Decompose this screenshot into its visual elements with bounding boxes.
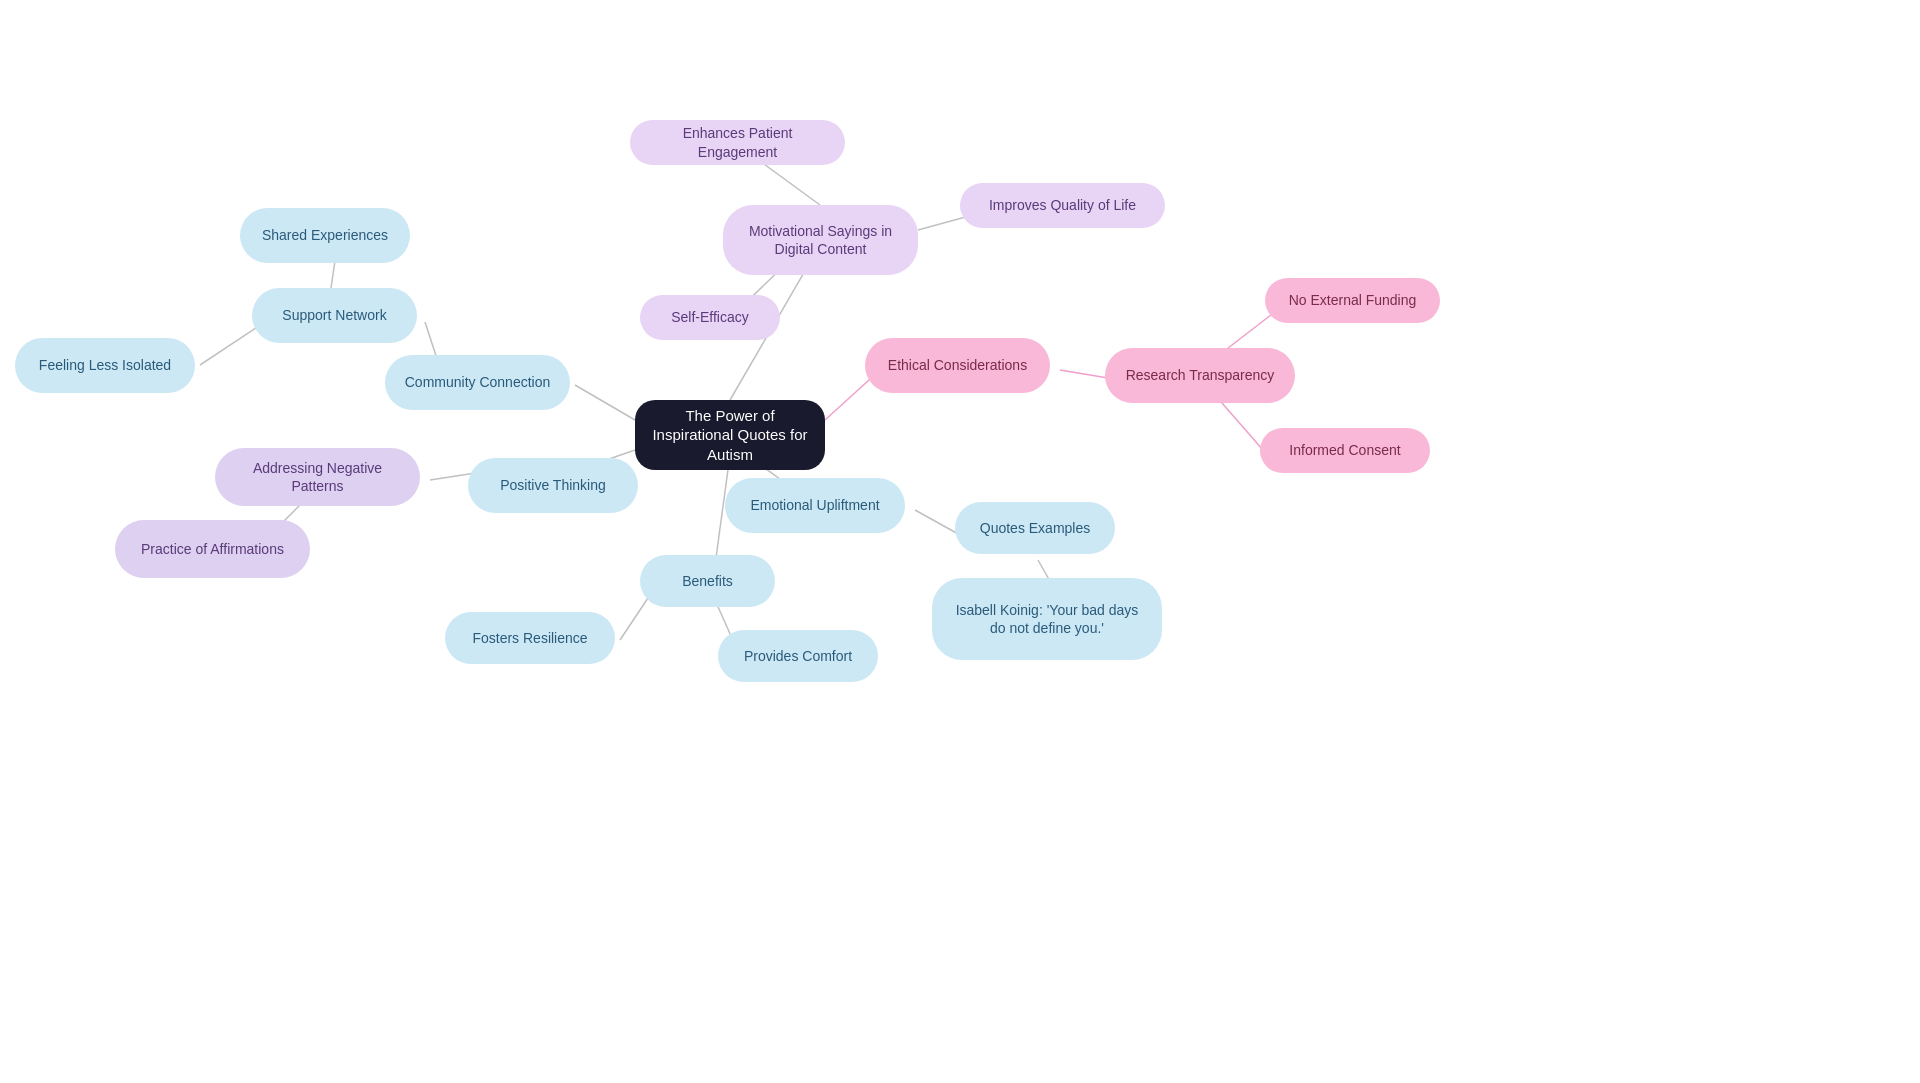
community-connection-node: Community Connection (385, 355, 570, 410)
support-network-node: Support Network (252, 288, 417, 343)
no-external-funding-node: No External Funding (1265, 278, 1440, 323)
svg-line-19 (915, 510, 960, 535)
provides-comfort-node: Provides Comfort (718, 630, 878, 682)
self-efficacy-node: Self-Efficacy (640, 295, 780, 340)
informed-consent-node: Informed Consent (1260, 428, 1430, 473)
isabell-koinig-node: Isabell Koinig: 'Your bad days do not de… (932, 578, 1162, 660)
svg-line-4 (575, 385, 635, 420)
shared-experiences-node: Shared Experiences (240, 208, 410, 263)
enhances-node: Enhances Patient Engagement (630, 120, 845, 165)
benefits-node: Benefits (640, 555, 775, 607)
svg-line-17 (620, 595, 650, 640)
feeling-less-isolated-node: Feeling Less Isolated (15, 338, 195, 393)
research-transparency-node: Research Transparency (1105, 348, 1295, 403)
center-node: The Power of Inspirational Quotes for Au… (635, 400, 825, 470)
quotes-examples-node: Quotes Examples (955, 502, 1115, 554)
emotional-upliftment-node: Emotional Upliftment (725, 478, 905, 533)
improves-quality-node: Improves Quality of Life (960, 183, 1165, 228)
fosters-resilience-node: Fosters Resilience (445, 612, 615, 664)
positive-thinking-node: Positive Thinking (468, 458, 638, 513)
motivational-node: Motivational Sayings in Digital Content (723, 205, 918, 275)
practice-affirmations-node: Practice of Affirmations (115, 520, 310, 578)
ethical-considerations-node: Ethical Considerations (865, 338, 1050, 393)
addressing-negative-node: Addressing Negative Patterns (215, 448, 420, 506)
